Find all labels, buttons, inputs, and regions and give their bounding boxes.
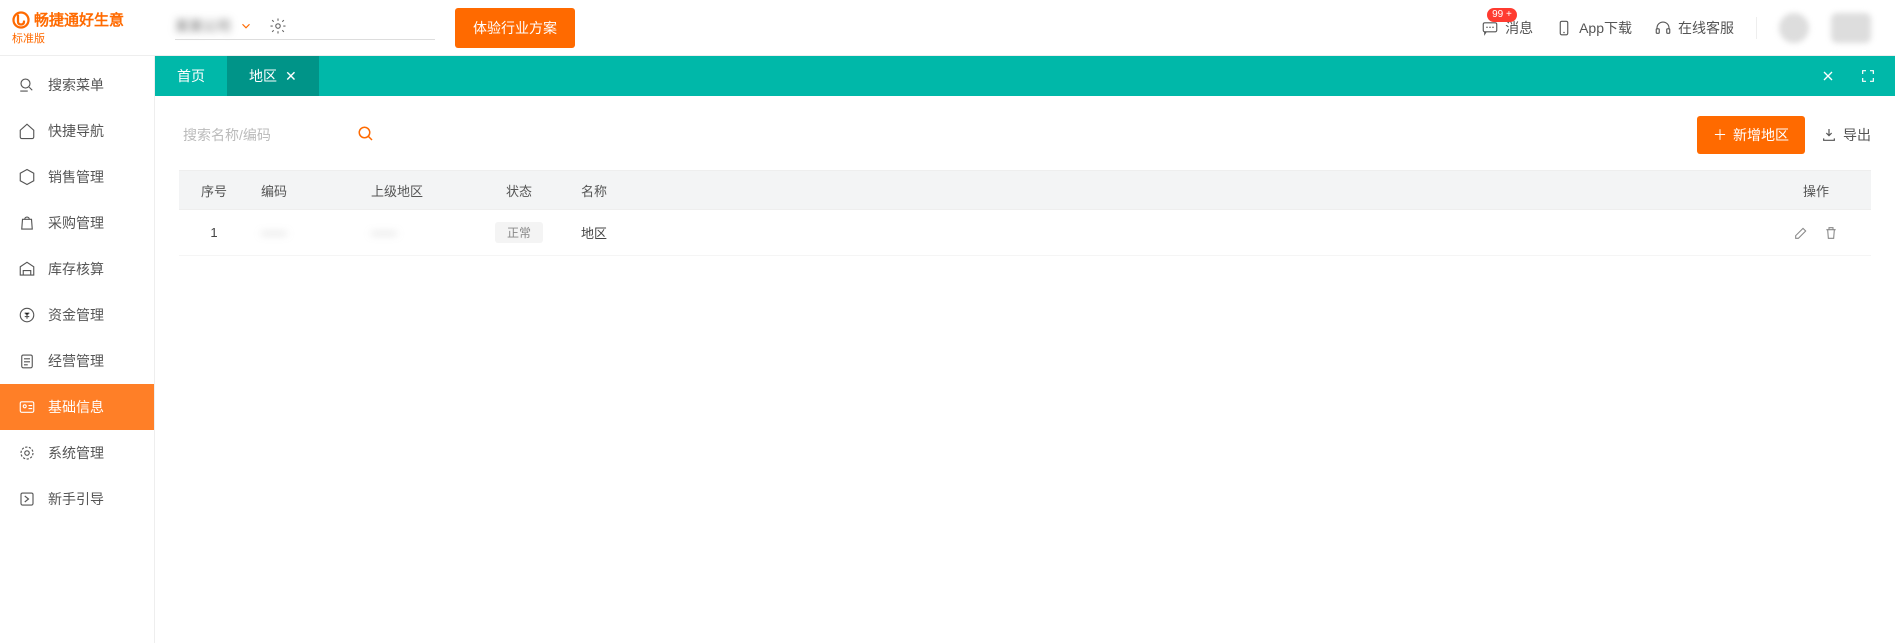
- sidebar-item-label: 资金管理: [48, 305, 104, 325]
- sidebar: 搜索菜单 快捷导航 销售管理 采购管理 库存核算 资金管理: [0, 56, 155, 643]
- online-service-button[interactable]: 在线客服: [1654, 18, 1734, 38]
- tabs-bar: 首页 地区 ✕: [155, 56, 1895, 96]
- cell-status: 正常: [469, 222, 569, 243]
- th-name: 名称: [569, 181, 1761, 200]
- brand-block: 畅捷通好生意 标准版: [0, 9, 155, 46]
- cell-code: ——: [249, 225, 359, 240]
- tab-label: 地区: [249, 66, 277, 86]
- topbar-right: 99 + 消息 App下载 在线客服: [1481, 0, 1895, 55]
- tab-home[interactable]: 首页: [155, 56, 227, 96]
- th-code: 编码: [249, 181, 359, 200]
- chevron-down-icon: [239, 19, 253, 33]
- sidebar-item-search-menu[interactable]: 搜索菜单: [0, 62, 154, 108]
- edit-icon[interactable]: [1793, 225, 1809, 241]
- clipboard-icon: [18, 352, 36, 370]
- search-icon[interactable]: [357, 125, 375, 143]
- cell-parent: ——: [359, 225, 469, 240]
- close-all-tabs-button[interactable]: [1811, 56, 1845, 96]
- sidebar-item-guide[interactable]: 新手引导: [0, 476, 154, 522]
- new-region-button[interactable]: ＋ 新增地区: [1697, 116, 1805, 154]
- headset-icon: [1654, 19, 1672, 37]
- home-icon: [18, 122, 36, 140]
- cell-ops: [1761, 225, 1871, 241]
- avatar-small[interactable]: [1779, 13, 1809, 43]
- sidebar-item-inventory[interactable]: 库存核算: [0, 246, 154, 292]
- bag-icon: [18, 214, 36, 232]
- export-icon: [1821, 127, 1837, 143]
- table-row: 1 —— —— 正常 地区: [179, 210, 1871, 256]
- promo-button[interactable]: 体验行业方案: [455, 8, 575, 48]
- avatar[interactable]: [1831, 13, 1871, 43]
- sidebar-item-quick-nav[interactable]: 快捷导航: [0, 108, 154, 154]
- card-icon: [18, 398, 36, 416]
- th-seq: 序号: [179, 181, 249, 200]
- warehouse-icon: [18, 260, 36, 278]
- sidebar-item-funds[interactable]: 资金管理: [0, 292, 154, 338]
- status-badge: 正常: [495, 222, 543, 243]
- brand-logo-icon: [12, 11, 30, 29]
- sidebar-item-label: 采购管理: [48, 213, 104, 233]
- close-icon[interactable]: ✕: [285, 69, 297, 83]
- gear-icon[interactable]: [269, 17, 287, 35]
- guide-icon: [18, 490, 36, 508]
- search-wrap: [179, 121, 379, 150]
- sidebar-item-purchase[interactable]: 采购管理: [0, 200, 154, 246]
- region-table: 序号 编码 上级地区 状态 名称 操作 1 —— —— 正常: [179, 170, 1871, 256]
- app-download-label: App下载: [1579, 18, 1632, 38]
- main: 首页 地区 ✕: [155, 56, 1895, 643]
- content-panel: ＋ 新增地区 导出 序号 编码: [155, 96, 1895, 643]
- sidebar-item-label: 库存核算: [48, 259, 104, 279]
- org-name: 某某公司: [175, 16, 231, 36]
- divider: [1756, 17, 1757, 39]
- sidebar-item-basic-info[interactable]: 基础信息: [0, 384, 154, 430]
- cell-seq: 1: [179, 225, 249, 240]
- th-ops: 操作: [1761, 181, 1871, 200]
- sidebar-item-label: 系统管理: [48, 443, 104, 463]
- sidebar-item-sales[interactable]: 销售管理: [0, 154, 154, 200]
- settings-icon: [18, 444, 36, 462]
- sidebar-item-label: 搜索菜单: [48, 75, 104, 95]
- tab-label: 首页: [177, 66, 205, 86]
- messages-button[interactable]: 99 + 消息: [1481, 18, 1533, 38]
- sidebar-item-operation[interactable]: 经营管理: [0, 338, 154, 384]
- sidebar-item-label: 经营管理: [48, 351, 104, 371]
- th-status: 状态: [469, 181, 569, 200]
- th-parent: 上级地区: [359, 181, 469, 200]
- brand-name: 畅捷通好生意: [34, 9, 124, 30]
- cell-name: 地区: [569, 223, 1761, 242]
- sales-icon: [18, 168, 36, 186]
- sidebar-item-label: 销售管理: [48, 167, 104, 187]
- export-label: 导出: [1843, 125, 1871, 145]
- sidebar-item-label: 快捷导航: [48, 121, 104, 141]
- topbar: 畅捷通好生意 标准版 某某公司 体验行业方案 99 + 消息: [0, 0, 1895, 56]
- sidebar-item-system[interactable]: 系统管理: [0, 430, 154, 476]
- delete-icon[interactable]: [1823, 225, 1839, 241]
- search-menu-icon: [18, 76, 36, 94]
- brand-edition: 标准版: [12, 30, 45, 46]
- messages-badge: 99 +: [1487, 8, 1517, 22]
- sidebar-item-label: 基础信息: [48, 397, 104, 417]
- new-region-label: 新增地区: [1733, 125, 1789, 145]
- online-service-label: 在线客服: [1678, 18, 1734, 38]
- phone-icon: [1555, 19, 1573, 37]
- toolbar: ＋ 新增地区 导出: [179, 116, 1871, 154]
- sidebar-item-label: 新手引导: [48, 489, 104, 509]
- fullscreen-button[interactable]: [1851, 56, 1885, 96]
- search-input[interactable]: [179, 121, 379, 150]
- table-header: 序号 编码 上级地区 状态 名称 操作: [179, 170, 1871, 210]
- export-button[interactable]: 导出: [1821, 125, 1871, 145]
- money-icon: [18, 306, 36, 324]
- app-download-button[interactable]: App下载: [1555, 18, 1632, 38]
- org-selector[interactable]: 某某公司: [175, 16, 425, 40]
- plus-icon: ＋: [1713, 125, 1727, 145]
- tab-region[interactable]: 地区 ✕: [227, 56, 319, 96]
